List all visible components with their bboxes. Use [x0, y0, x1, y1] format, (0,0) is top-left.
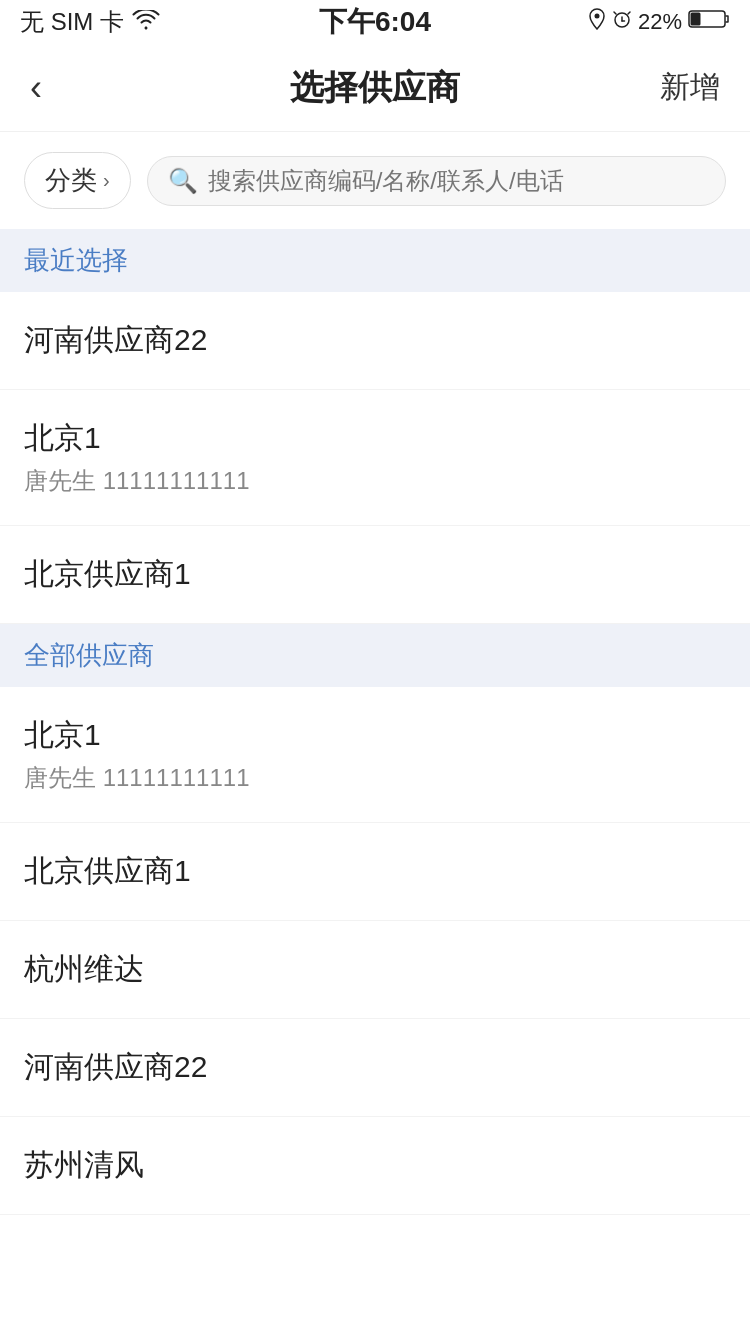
location-icon [588, 8, 606, 36]
item-name: 苏州清风 [24, 1145, 726, 1186]
search-icon: 🔍 [168, 167, 198, 195]
back-button[interactable]: ‹ [30, 67, 90, 109]
carrier-label: 无 SIM 卡 [20, 6, 124, 38]
list-item[interactable]: 北京供应商1 [0, 526, 750, 624]
alarm-icon [612, 9, 632, 35]
item-sub: 唐先生 11111111111 [24, 465, 726, 497]
item-name: 北京供应商1 [24, 851, 726, 892]
recent-section-header: 最近选择 [0, 229, 750, 292]
nav-bar: ‹ 选择供应商 新增 [0, 44, 750, 132]
all-list: 北京1 唐先生 11111111111 北京供应商1 杭州维达河南供应商22 苏州清风 [0, 687, 750, 1215]
status-left: 无 SIM 卡 [20, 6, 160, 38]
list-item[interactable]: 杭州维达 [0, 921, 750, 1019]
svg-rect-5 [691, 13, 701, 26]
category-label: 分类 [45, 163, 97, 198]
list-item[interactable]: 北京1 唐先生 11111111111 [0, 390, 750, 526]
status-time: 下午6:04 [319, 3, 431, 41]
filter-bar: 分类 › 🔍 [0, 132, 750, 229]
status-bar: 无 SIM 卡 下午6:04 [0, 0, 750, 44]
search-input[interactable] [208, 167, 705, 195]
category-filter[interactable]: 分类 › [24, 152, 131, 209]
list-item[interactable]: 北京1 唐先生 11111111111 [0, 687, 750, 823]
item-name: 河南供应商22 [24, 320, 726, 361]
item-name: 河南供应商22 [24, 1047, 726, 1088]
list-item[interactable]: 河南供应商22 [0, 292, 750, 390]
list-item[interactable]: 苏州清风 [0, 1117, 750, 1215]
all-section-label: 全部供应商 [24, 640, 154, 670]
chevron-right-icon: › [103, 169, 110, 192]
list-item[interactable]: 河南供应商22 [0, 1019, 750, 1117]
recent-section-label: 最近选择 [24, 245, 128, 275]
svg-point-0 [594, 14, 599, 19]
battery-label: 22% [638, 9, 682, 35]
list-item[interactable]: 北京供应商1 [0, 823, 750, 921]
status-right: 22% [588, 8, 730, 36]
all-section-header: 全部供应商 [0, 624, 750, 687]
battery-icon [688, 9, 730, 35]
search-box[interactable]: 🔍 [147, 156, 726, 206]
page-title: 选择供应商 [290, 65, 460, 111]
item-name: 北京1 [24, 715, 726, 756]
add-button[interactable]: 新增 [660, 67, 720, 108]
item-name: 北京供应商1 [24, 554, 726, 595]
item-name: 杭州维达 [24, 949, 726, 990]
item-name: 北京1 [24, 418, 726, 459]
recent-list: 河南供应商22 北京1 唐先生 11111111111 北京供应商1 [0, 292, 750, 624]
item-sub: 唐先生 11111111111 [24, 762, 726, 794]
wifi-icon [132, 8, 160, 36]
